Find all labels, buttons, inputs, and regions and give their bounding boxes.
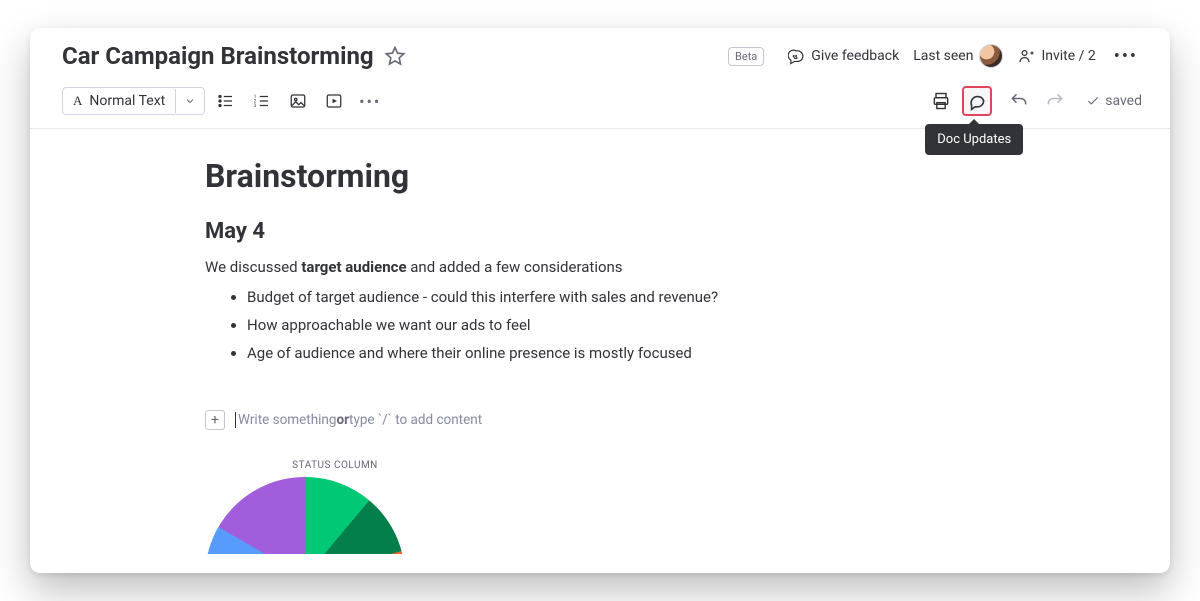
more-icon: ••• (1114, 46, 1138, 67)
favorite-star-icon[interactable] (384, 45, 406, 67)
text-format-icon: A (73, 93, 82, 109)
intro-bold: target audience (301, 258, 406, 276)
placeholder-bold: or (336, 412, 349, 428)
more-icon: ••• (359, 92, 381, 111)
title-bar: Car Campaign Brainstorming Beta Give fee… (30, 28, 1170, 76)
text-format-select[interactable]: A Normal Text (62, 87, 205, 115)
give-feedback-button[interactable]: Give feedback (788, 48, 899, 65)
list-item[interactable]: Budget of target audience - could this i… (247, 288, 965, 306)
chart-title: STATUS COLUMN (205, 460, 465, 471)
text-cursor (235, 412, 236, 428)
invite-label: Invite / 2 (1041, 48, 1095, 64)
insert-image-button[interactable] (283, 86, 313, 116)
undo-button[interactable] (1004, 86, 1034, 116)
more-menu-button[interactable]: ••• (1110, 46, 1142, 67)
document-area[interactable]: Brainstorming May 4 We discussed target … (30, 129, 1170, 554)
document-title[interactable]: Car Campaign Brainstorming (62, 42, 374, 70)
heading-1[interactable]: Brainstorming (205, 157, 965, 195)
insert-video-button[interactable] (319, 86, 349, 116)
doc-updates-button[interactable] (962, 86, 992, 116)
bullet-list[interactable]: Budget of target audience - could this i… (205, 288, 965, 362)
save-status: saved (1086, 93, 1142, 109)
placeholder-pre: Write something (238, 412, 336, 428)
invite-button[interactable]: Invite / 2 (1017, 47, 1095, 65)
save-status-label: saved (1105, 93, 1142, 109)
add-block-button[interactable]: + (205, 410, 225, 430)
intro-paragraph[interactable]: We discussed target audience and added a… (205, 258, 965, 276)
chevron-down-icon[interactable] (175, 89, 204, 113)
give-feedback-label: Give feedback (811, 48, 899, 64)
pie-chart (205, 477, 405, 554)
redo-button[interactable] (1040, 86, 1070, 116)
embedded-chart[interactable]: STATUS COLUMN Future steps: 30.8% (205, 460, 965, 554)
numbered-list-button[interactable]: 123 (247, 86, 277, 116)
more-tools-button[interactable]: ••• (355, 86, 385, 116)
bulleted-list-button[interactable] (211, 86, 241, 116)
list-item[interactable]: How approachable we want our ads to feel (247, 316, 965, 334)
avatar[interactable] (979, 44, 1003, 68)
intro-pre: We discussed (205, 258, 301, 276)
placeholder-post: type `/` to add content (349, 412, 482, 428)
last-seen-label: Last seen (913, 48, 973, 64)
app-window: Car Campaign Brainstorming Beta Give fee… (30, 28, 1170, 573)
new-block-row[interactable]: + Write something or type `/` to add con… (205, 410, 965, 430)
last-seen-button[interactable]: Last seen (913, 44, 1003, 68)
svg-text:3: 3 (254, 103, 257, 109)
list-item[interactable]: Age of audience and where their online p… (247, 344, 965, 362)
text-format-label: Normal Text (89, 93, 165, 109)
heading-2[interactable]: May 4 (205, 219, 965, 244)
print-button[interactable] (926, 86, 956, 116)
beta-badge: Beta (728, 47, 764, 66)
toolbar: A Normal Text 123 ••• (30, 76, 1170, 129)
doc-updates-tooltip: Doc Updates (925, 124, 1023, 155)
intro-post: and added a few considerations (407, 258, 623, 276)
